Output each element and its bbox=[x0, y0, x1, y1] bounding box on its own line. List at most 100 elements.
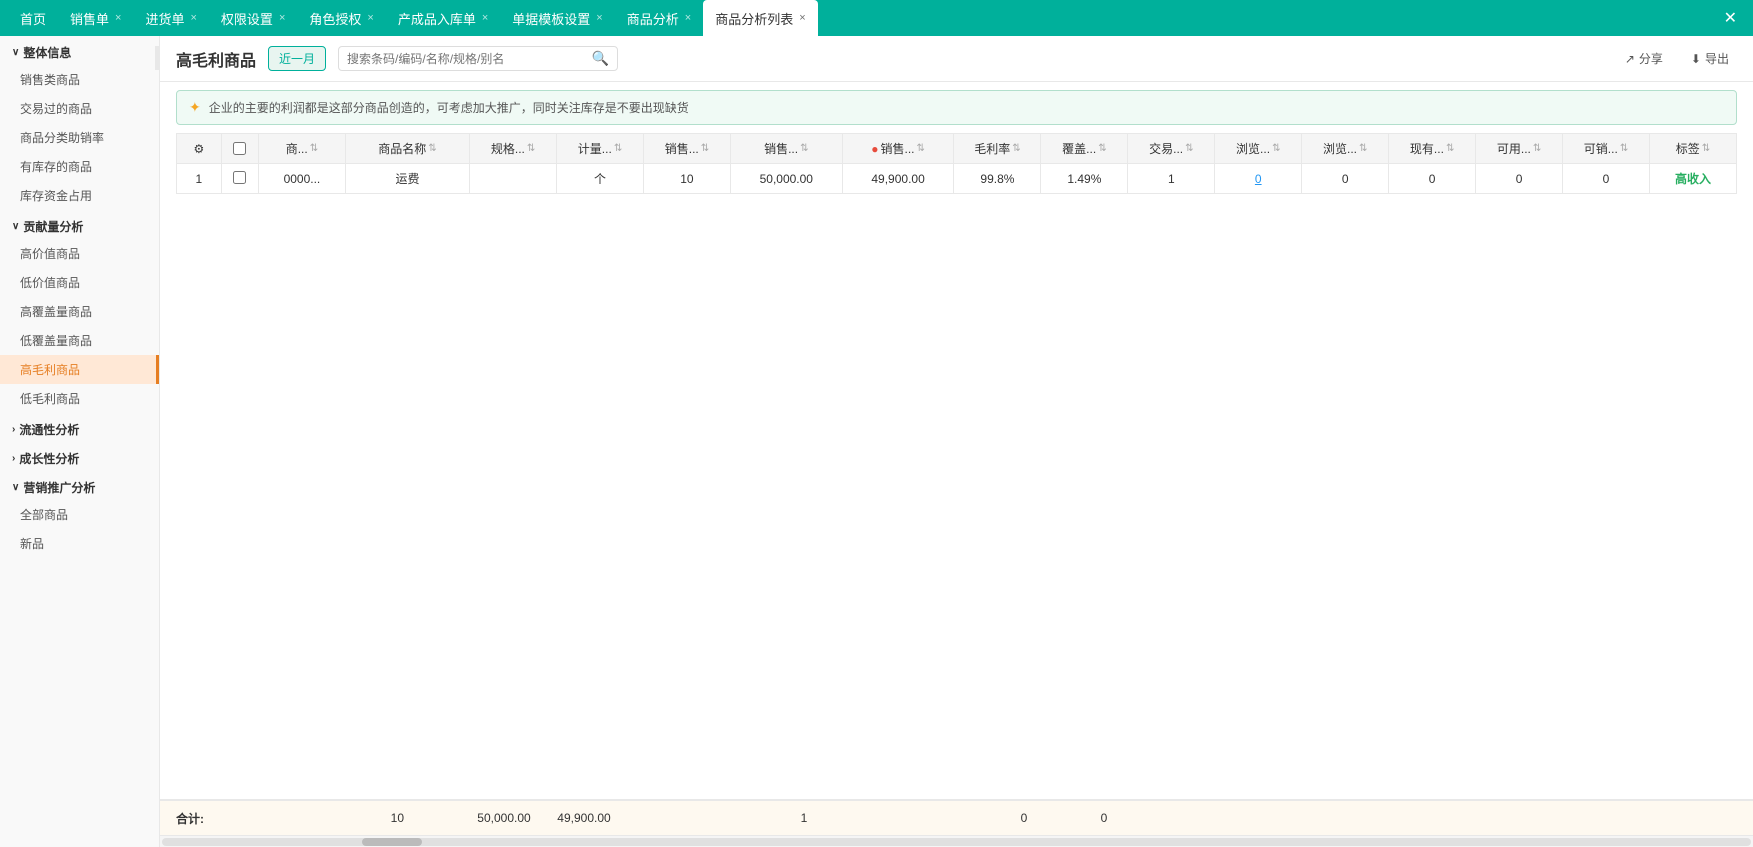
col-sales-qty[interactable]: 销售...⇅ bbox=[643, 134, 730, 164]
sidebar-section-marketing[interactable]: ∨ 营销推广分析 bbox=[0, 471, 159, 500]
table-header-row: ⚙ 商...⇅ 商品名称⇅ 规格...⇅ bbox=[177, 134, 1737, 164]
sidebar-item-all-products[interactable]: 全部商品 bbox=[0, 500, 159, 529]
sidebar-item-sales-products[interactable]: 销售类商品 bbox=[0, 65, 159, 94]
cell-current-stock: 0 bbox=[1389, 164, 1476, 194]
page-title: 高毛利商品 bbox=[176, 47, 256, 71]
share-icon: ↗ bbox=[1625, 52, 1635, 66]
cell-index: 1 bbox=[177, 164, 222, 194]
sidebar-item-high-coverage[interactable]: 高覆盖量商品 bbox=[0, 297, 159, 326]
close-role-tab[interactable]: × bbox=[367, 12, 373, 24]
footer-sales-qty: 10 bbox=[244, 811, 464, 825]
close-template-tab[interactable]: × bbox=[596, 12, 602, 24]
cell-views2: 0 bbox=[1302, 164, 1389, 194]
cell-tag: 高收入 bbox=[1649, 164, 1736, 194]
sidebar-item-low-margin[interactable]: 低毛利商品 bbox=[0, 384, 159, 413]
sidebar-item-new-products[interactable]: 新品 bbox=[0, 529, 159, 558]
search-box: 🔍 bbox=[338, 46, 618, 71]
footer-empty1 bbox=[624, 811, 764, 825]
cell-name: 运费 bbox=[345, 164, 469, 194]
close-permission-tab[interactable]: × bbox=[279, 12, 285, 24]
col-settings[interactable]: ⚙ bbox=[177, 134, 222, 164]
sidebar-item-low-value[interactable]: 低价值商品 bbox=[0, 268, 159, 297]
col-sales-cost[interactable]: ●销售...⇅ bbox=[842, 134, 954, 164]
main-layout: 《 ∨ 整体信息 销售类商品 交易过的商品 商品分类助销率 有库存的商品 库存资… bbox=[0, 36, 1753, 847]
sidebar-collapse-button[interactable]: 《 bbox=[155, 46, 160, 70]
col-sales-amount[interactable]: 销售...⇅ bbox=[730, 134, 842, 164]
section-arrow-circulation: › bbox=[12, 424, 15, 435]
nav-home[interactable]: 首页 bbox=[8, 0, 58, 36]
col-views2[interactable]: 浏览...⇅ bbox=[1302, 134, 1389, 164]
search-input[interactable] bbox=[347, 52, 592, 66]
sidebar-item-high-margin[interactable]: 高毛利商品 bbox=[0, 355, 159, 384]
sidebar-section-overall-info[interactable]: ∨ 整体信息 bbox=[0, 36, 159, 65]
nav-product-analysis-list[interactable]: 商品分析列表 × bbox=[703, 0, 817, 36]
col-unit[interactable]: 计量...⇅ bbox=[557, 134, 644, 164]
section-arrow-contribution: ∨ bbox=[12, 221, 19, 232]
cell-available-stock: 0 bbox=[1476, 164, 1563, 194]
row-checkbox[interactable] bbox=[233, 171, 246, 184]
select-all-checkbox[interactable] bbox=[233, 142, 246, 155]
sidebar-item-traded-products[interactable]: 交易过的商品 bbox=[0, 94, 159, 123]
nav-product-analysis[interactable]: 商品分析 × bbox=[615, 0, 703, 36]
close-analysis-tab[interactable]: × bbox=[685, 12, 691, 24]
col-available-stock[interactable]: 可用...⇅ bbox=[1476, 134, 1563, 164]
footer-label: 合计: bbox=[176, 810, 204, 827]
close-purchase-order-tab[interactable]: × bbox=[190, 12, 196, 24]
top-navigation: 首页 销售单 × 进货单 × 权限设置 × 角色授权 × 产成品入库单 × 单据… bbox=[0, 0, 1753, 36]
alert-icon: ✦ bbox=[189, 99, 201, 116]
close-inbound-tab[interactable]: × bbox=[482, 12, 488, 24]
sidebar-section-growth[interactable]: › 成长性分析 bbox=[0, 442, 159, 471]
col-gross-margin[interactable]: 毛利率⇅ bbox=[954, 134, 1041, 164]
nav-template-settings[interactable]: 单据模板设置 × bbox=[500, 0, 614, 36]
table-container: ⚙ 商...⇅ 商品名称⇅ 规格...⇅ bbox=[176, 133, 1737, 799]
close-window-button[interactable]: ✕ bbox=[1716, 8, 1745, 28]
col-name[interactable]: 商品名称⇅ bbox=[345, 134, 469, 164]
nav-permission-settings[interactable]: 权限设置 × bbox=[209, 0, 297, 36]
footer-current-stock: 0 bbox=[984, 811, 1064, 825]
col-current-stock[interactable]: 现有...⇅ bbox=[1389, 134, 1476, 164]
cell-views1[interactable]: 0 bbox=[1215, 164, 1302, 194]
cell-coverage: 1.49% bbox=[1041, 164, 1128, 194]
search-icon[interactable]: 🔍 bbox=[592, 50, 609, 67]
sidebar-item-stocked-products[interactable]: 有库存的商品 bbox=[0, 152, 159, 181]
export-icon: ⬇ bbox=[1691, 52, 1701, 66]
cell-sales-qty: 10 bbox=[643, 164, 730, 194]
col-code[interactable]: 商...⇅ bbox=[258, 134, 345, 164]
col-transactions[interactable]: 交易...⇅ bbox=[1128, 134, 1215, 164]
sidebar-item-low-coverage[interactable]: 低覆盖量商品 bbox=[0, 326, 159, 355]
sidebar-item-high-value[interactable]: 高价值商品 bbox=[0, 239, 159, 268]
close-analysis-list-tab[interactable]: × bbox=[799, 12, 805, 24]
filter-recent-month-button[interactable]: 近一月 bbox=[268, 46, 326, 71]
cell-transactions: 1 bbox=[1128, 164, 1215, 194]
cell-spec bbox=[470, 164, 557, 194]
horizontal-scrollbar[interactable] bbox=[160, 835, 1753, 847]
col-spec[interactable]: 规格...⇅ bbox=[470, 134, 557, 164]
table-footer: 合计: 10 50,000.00 49,900.00 1 0 bbox=[160, 799, 1753, 835]
sidebar-section-contribution[interactable]: ∨ 贡献量分析 bbox=[0, 210, 159, 239]
sidebar-item-stock-capital[interactable]: 库存资金占用 bbox=[0, 181, 159, 210]
section-arrow-marketing: ∨ bbox=[12, 482, 19, 493]
col-views1[interactable]: 浏览...⇅ bbox=[1215, 134, 1302, 164]
nav-product-inbound[interactable]: 产成品入库单 × bbox=[386, 0, 500, 36]
sidebar-section-circulation[interactable]: › 流通性分析 bbox=[0, 413, 159, 442]
nav-sales-order[interactable]: 销售单 × bbox=[58, 0, 133, 36]
col-coverage[interactable]: 覆盖...⇅ bbox=[1041, 134, 1128, 164]
col-tag[interactable]: 标签⇅ bbox=[1649, 134, 1736, 164]
col-sellable-stock[interactable]: 可销...⇅ bbox=[1563, 134, 1650, 164]
export-button[interactable]: ⬇ 导出 bbox=[1683, 46, 1737, 71]
cell-sales-cost: 49,900.00 bbox=[842, 164, 954, 194]
close-sales-order-tab[interactable]: × bbox=[115, 12, 121, 24]
footer-transactions: 1 bbox=[764, 811, 844, 825]
share-button[interactable]: ↗ 分享 bbox=[1617, 46, 1671, 71]
col-checkbox[interactable] bbox=[221, 134, 258, 164]
cell-sellable-stock: 0 bbox=[1563, 164, 1650, 194]
sidebar: 《 ∨ 整体信息 销售类商品 交易过的商品 商品分类助销率 有库存的商品 库存资… bbox=[0, 36, 160, 847]
table-row: 1 0000... 运费 个 10 50,000.00 49,900.00 99… bbox=[177, 164, 1737, 194]
nav-purchase-order[interactable]: 进货单 × bbox=[133, 0, 208, 36]
nav-role-auth[interactable]: 角色授权 × bbox=[297, 0, 385, 36]
content-area: 高毛利商品 近一月 🔍 ↗ 分享 ⬇ 导出 ✦ 企业的主要的利润都是这部分商品创… bbox=[160, 36, 1753, 847]
section-arrow-overall: ∨ bbox=[12, 47, 19, 58]
sidebar-item-category-rate[interactable]: 商品分类助销率 bbox=[0, 123, 159, 152]
cell-checkbox[interactable] bbox=[221, 164, 258, 194]
content-header: 高毛利商品 近一月 🔍 ↗ 分享 ⬇ 导出 bbox=[160, 36, 1753, 82]
